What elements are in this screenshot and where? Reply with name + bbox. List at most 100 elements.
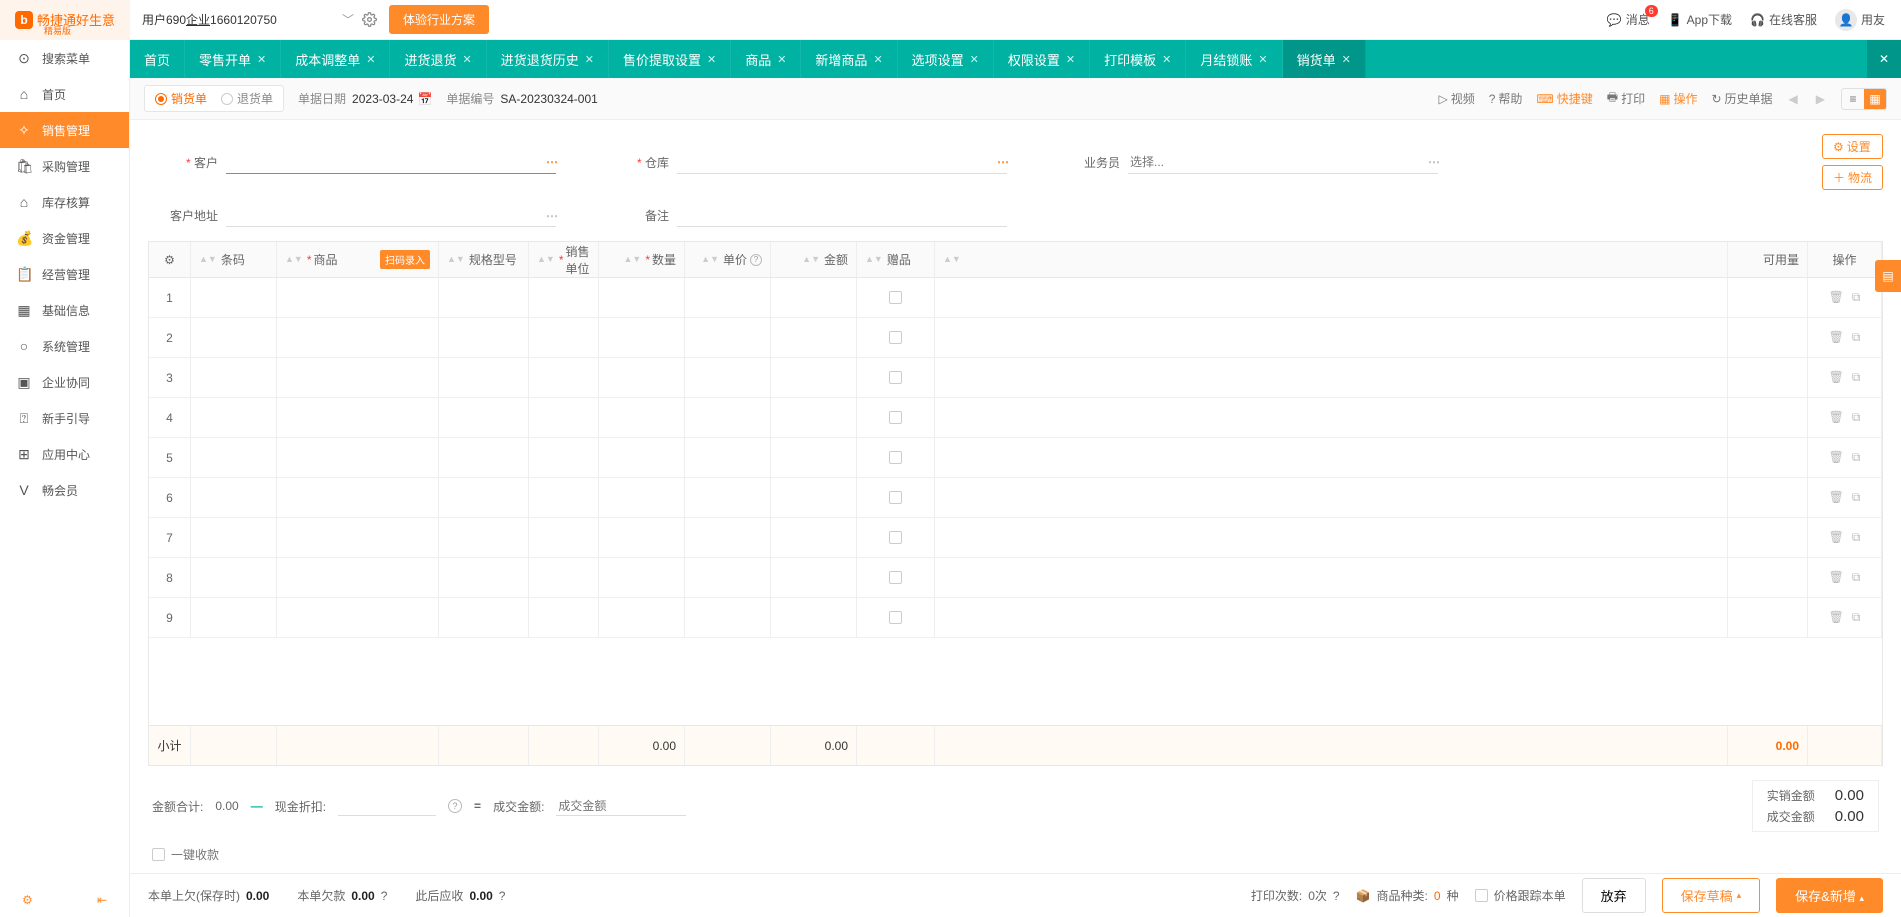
delete-icon[interactable]: 🗑 <box>1829 290 1844 305</box>
delete-icon[interactable]: 🗑 <box>1829 530 1844 545</box>
delete-icon[interactable]: 🗑 <box>1829 450 1844 465</box>
th-unit[interactable]: ▲▼*销售单位 <box>529 242 599 277</box>
salesman-input[interactable] <box>1128 151 1438 174</box>
sidebar-item[interactable]: 📋经营管理 <box>0 256 129 292</box>
gift-checkbox[interactable] <box>889 411 902 424</box>
next-doc[interactable]: ▶ <box>1814 92 1827 106</box>
history-link[interactable]: ↻ 历史单据 <box>1711 90 1772 107</box>
salesman-picker-icon[interactable]: ⋯ <box>1428 155 1441 169</box>
table-row[interactable]: 7 🗑⧉ <box>149 518 1882 558</box>
th-product[interactable]: ▲▼*商品扫码录入 <box>277 242 439 277</box>
tab[interactable]: 月结锁账✕ <box>1186 40 1282 78</box>
remark-input[interactable] <box>677 204 1007 227</box>
settings-button[interactable]: ⚙ 设置 <box>1822 134 1883 159</box>
tab[interactable]: 进货退货历史✕ <box>487 40 609 78</box>
tab[interactable]: 新增商品✕ <box>801 40 897 78</box>
shortcut-link[interactable]: ⌨ 快捷键 <box>1536 90 1592 107</box>
tab[interactable]: 选项设置✕ <box>898 40 994 78</box>
tab[interactable]: 权限设置✕ <box>994 40 1090 78</box>
radio-sale[interactable]: 销货单 <box>155 90 207 107</box>
copy-icon[interactable]: ⧉ <box>1852 490 1861 505</box>
copy-icon[interactable]: ⧉ <box>1852 450 1861 465</box>
tab[interactable]: 售价提取设置✕ <box>609 40 731 78</box>
close-all-tabs[interactable]: ✕ <box>1867 40 1901 78</box>
table-row[interactable]: 3 🗑⧉ <box>149 358 1882 398</box>
th-barcode[interactable]: ▲▼条码 <box>191 242 277 277</box>
logistics-button[interactable]: ＋ 物流 <box>1822 165 1883 190</box>
side-drawer-toggle[interactable]: ▤ <box>1875 260 1901 292</box>
user-menu[interactable]: 👤 用友 <box>1835 9 1885 31</box>
gift-checkbox[interactable] <box>889 611 902 624</box>
close-icon[interactable]: ✕ <box>777 53 786 66</box>
gift-checkbox[interactable] <box>889 571 902 584</box>
table-row[interactable]: 4 🗑⧉ <box>149 398 1882 438</box>
sidebar-item[interactable]: ⌂首页 <box>0 76 129 112</box>
th-price[interactable]: ▲▼单价 ? <box>685 242 771 277</box>
help-link[interactable]: ? 帮助 <box>1489 90 1523 107</box>
copy-icon[interactable]: ⧉ <box>1852 610 1861 625</box>
onekey-checkbox[interactable] <box>152 848 165 861</box>
view-list[interactable]: ≡ <box>1842 89 1864 109</box>
th-qty[interactable]: ▲▼*数量 <box>599 242 685 277</box>
ops-link[interactable]: ▦ 操作 <box>1659 90 1697 107</box>
collapse-icon[interactable]: ⇤ <box>97 893 107 907</box>
gift-checkbox[interactable] <box>889 531 902 544</box>
close-icon[interactable]: ✕ <box>257 53 266 66</box>
gift-checkbox[interactable] <box>889 371 902 384</box>
scan-badge[interactable]: 扫码录入 <box>380 250 430 269</box>
gift-checkbox[interactable] <box>889 331 902 344</box>
copy-icon[interactable]: ⧉ <box>1852 570 1861 585</box>
sidebar-item[interactable]: 💰资金管理 <box>0 220 129 256</box>
tab[interactable]: 销货单✕ <box>1283 40 1366 78</box>
sidebar-item[interactable]: ⍰新手引导 <box>0 400 129 436</box>
video-link[interactable]: ▷ 视频 <box>1438 90 1474 107</box>
th-gift[interactable]: ▲▼赠品 <box>857 242 935 277</box>
settings-icon[interactable]: ⚙ <box>22 893 33 907</box>
sidebar-item[interactable]: ✧销售管理 <box>0 112 129 148</box>
warehouse-input[interactable] <box>677 151 1007 174</box>
promo-button[interactable]: 体验行业方案 <box>389 5 489 34</box>
deal-input[interactable] <box>556 797 686 816</box>
sidebar-item[interactable]: ⊞应用中心 <box>0 436 129 472</box>
table-row[interactable]: 2 🗑⧉ <box>149 318 1882 358</box>
help-icon[interactable]: ? <box>448 799 462 813</box>
th-gear[interactable]: ⚙ <box>149 242 191 277</box>
close-icon[interactable]: ✕ <box>585 53 594 66</box>
tab[interactable]: 零售开单✕ <box>185 40 281 78</box>
table-row[interactable]: 6 🗑⧉ <box>149 478 1882 518</box>
radio-return[interactable]: 退货单 <box>221 90 273 107</box>
support-link[interactable]: 🎧 在线客服 <box>1750 11 1817 28</box>
discard-button[interactable]: 放弃 <box>1582 878 1646 913</box>
close-icon[interactable]: ✕ <box>463 53 472 66</box>
address-picker-icon[interactable]: ⋯ <box>546 209 559 223</box>
table-row[interactable]: 5 🗑⧉ <box>149 438 1882 478</box>
price-track[interactable]: 价格跟踪本单 <box>1475 887 1566 904</box>
discount-input[interactable] <box>338 797 436 816</box>
copy-icon[interactable]: ⧉ <box>1852 410 1861 425</box>
copy-icon[interactable]: ⧉ <box>1852 370 1861 385</box>
tab[interactable]: 打印模板✕ <box>1090 40 1186 78</box>
close-icon[interactable]: ✕ <box>707 53 716 66</box>
close-icon[interactable]: ✕ <box>366 53 375 66</box>
sidebar-item[interactable]: V畅会员 <box>0 472 129 508</box>
sidebar-item[interactable]: ▦基础信息 <box>0 292 129 328</box>
gift-checkbox[interactable] <box>889 451 902 464</box>
delete-icon[interactable]: 🗑 <box>1829 610 1844 625</box>
copy-icon[interactable]: ⧉ <box>1852 330 1861 345</box>
table-row[interactable]: 1 🗑⧉ <box>149 278 1882 318</box>
tab[interactable]: 首页 <box>130 40 185 78</box>
delete-icon[interactable]: 🗑 <box>1829 490 1844 505</box>
print-link[interactable]: 🖶 打印 <box>1607 88 1645 109</box>
address-input[interactable] <box>226 204 556 227</box>
tab[interactable]: 进货退货✕ <box>390 40 486 78</box>
messages-link[interactable]: 💬 消息 6 <box>1607 11 1650 28</box>
prev-doc[interactable]: ◀ <box>1787 92 1800 106</box>
close-icon[interactable]: ✕ <box>1162 53 1171 66</box>
delete-icon[interactable]: 🗑 <box>1829 410 1844 425</box>
copy-icon[interactable]: ⧉ <box>1852 530 1861 545</box>
tenant-select[interactable]: 用户690企业1660120750 <box>142 11 342 28</box>
tab[interactable]: 商品✕ <box>731 40 801 78</box>
table-row[interactable]: 9 🗑⧉ <box>149 598 1882 638</box>
delete-icon[interactable]: 🗑 <box>1829 330 1844 345</box>
close-icon[interactable]: ✕ <box>970 53 979 66</box>
